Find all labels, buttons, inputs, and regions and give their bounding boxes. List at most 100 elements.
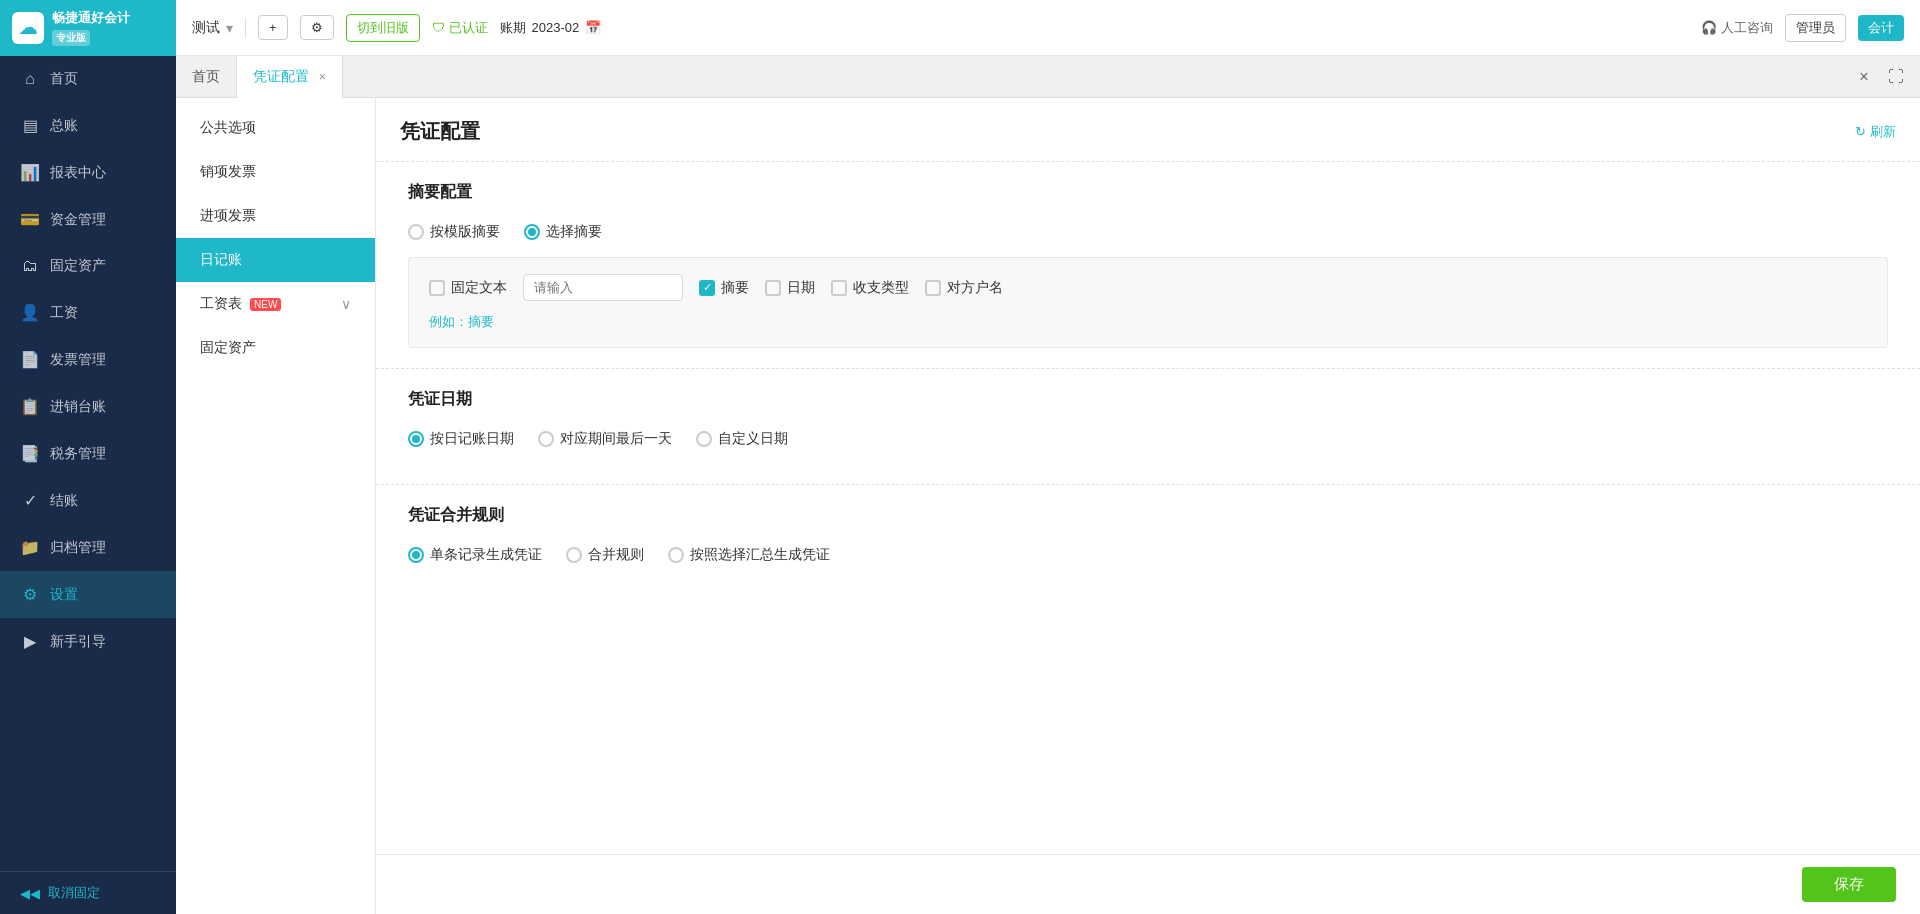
radio-period-last[interactable]: 对应期间最后一天 — [538, 430, 672, 448]
sidebar-item-tax[interactable]: 📑 税务管理 — [0, 430, 176, 477]
sidebar: ☁ 畅捷通好会计 专业版 ⌂ 首页 ▤ 总账 📊 报表中心 💳 资金管理 🗂 固… — [0, 0, 176, 914]
support-label: 人工咨询 — [1721, 19, 1773, 37]
tab-voucher-config[interactable]: 凭证配置 × — [237, 56, 343, 98]
role-btn[interactable]: 会计 — [1858, 15, 1904, 41]
nav-item-public[interactable]: 公共选项 — [176, 106, 375, 150]
sidebar-item-assets-label: 固定资产 — [50, 257, 106, 275]
form-title: 凭证配置 — [400, 118, 480, 145]
date-section: 凭证日期 按日记账日期 对应期间最后一天 自定义日期 — [376, 368, 1920, 484]
radio-template-circle — [408, 224, 424, 240]
sidebar-item-payroll[interactable]: 👤 工资 — [0, 289, 176, 336]
example-text-content: 例如：摘要 — [429, 314, 494, 329]
checkbox-summary[interactable]: 摘要 — [699, 279, 749, 297]
left-nav: 公共选项 销项发票 进项发票 日记账 工资表 NEW ∨ 固定资产 — [176, 98, 376, 914]
radio-custom-date-circle — [696, 431, 712, 447]
date-radio-group: 按日记账日期 对应期间最后一天 自定义日期 — [408, 430, 1888, 448]
guide-icon: ▶ — [20, 632, 40, 651]
refresh-btn[interactable]: ↻ 刷新 — [1855, 123, 1896, 141]
checkbox-date[interactable]: 日期 — [765, 279, 815, 297]
topbar-right: 🎧 人工咨询 管理员 会计 — [1701, 14, 1904, 42]
radio-select-summary[interactable]: 选择摘要 — [524, 223, 602, 241]
radio-custom-date[interactable]: 自定义日期 — [696, 430, 788, 448]
assets-icon: 🗂 — [20, 257, 40, 275]
merge-radio-group: 单条记录生成凭证 合并规则 按照选择汇总生成凭证 — [408, 546, 1888, 564]
radio-single-record[interactable]: 单条记录生成凭证 — [408, 546, 542, 564]
ledger-icon: ▤ — [20, 116, 40, 135]
sidebar-item-guide[interactable]: ▶ 新手引导 — [0, 618, 176, 665]
content-area: 公共选项 销项发票 进项发票 日记账 工资表 NEW ∨ 固定资产 — [176, 98, 1920, 914]
radio-period-last-circle — [538, 431, 554, 447]
sidebar-item-assets[interactable]: 🗂 固定资产 — [0, 243, 176, 289]
arrow-left-icon: ◀◀ — [20, 886, 40, 901]
radio-template-summary[interactable]: 按模版摘要 — [408, 223, 500, 241]
radio-journal-date[interactable]: 按日记账日期 — [408, 430, 514, 448]
sidebar-item-ledger[interactable]: ▤ 总账 — [0, 102, 176, 149]
merge-section: 凭证合并规则 单条记录生成凭证 合并规则 按照选择汇总生成凭证 — [376, 484, 1920, 600]
refresh-icon: ↻ — [1855, 124, 1866, 139]
radio-period-last-label: 对应期间最后一天 — [560, 430, 672, 448]
summary-section-title: 摘要配置 — [408, 182, 1888, 203]
project-name-text: 测试 — [192, 19, 220, 37]
payroll-icon: 👤 — [20, 303, 40, 322]
checkbox-income-type-box — [831, 280, 847, 296]
form-area: 凭证配置 ↻ 刷新 摘要配置 按模版摘要 — [376, 98, 1920, 854]
nav-item-payroll-table[interactable]: 工资表 NEW ∨ — [176, 282, 375, 326]
sidebar-item-invoice[interactable]: 📄 发票管理 — [0, 336, 176, 383]
calendar-icon[interactable]: 📅 — [585, 20, 601, 35]
support-btn[interactable]: 🎧 人工咨询 — [1701, 19, 1773, 37]
reports-icon: 📊 — [20, 163, 40, 182]
radio-select-summary-circle — [668, 547, 684, 563]
add-btn[interactable]: + — [258, 15, 288, 40]
nav-item-public-label: 公共选项 — [200, 119, 256, 137]
nav-item-journal[interactable]: 日记账 — [176, 238, 375, 282]
checkbox-fixed-text[interactable]: 固定文本 — [429, 279, 507, 297]
close-window-btn[interactable]: × — [1848, 61, 1880, 93]
save-button[interactable]: 保存 — [1802, 867, 1896, 902]
radio-merge-rules[interactable]: 合并规则 — [566, 546, 644, 564]
nav-item-purchase-invoice[interactable]: 进项发票 — [176, 194, 375, 238]
sidebar-item-funds[interactable]: 💳 资金管理 — [0, 196, 176, 243]
cancel-fixed-btn[interactable]: ◀◀ 取消固定 — [0, 871, 176, 914]
checkbox-counterparty[interactable]: 对方户名 — [925, 279, 1003, 297]
tab-home[interactable]: 首页 — [176, 56, 237, 98]
radio-single-label: 单条记录生成凭证 — [430, 546, 542, 564]
app-badge: 专业版 — [52, 30, 90, 46]
settings-btn[interactable]: ⚙ — [300, 15, 334, 40]
example-text: 例如：摘要 — [429, 313, 1867, 331]
user-btn[interactable]: 管理员 — [1785, 14, 1846, 42]
summary-label: 摘要 — [721, 279, 749, 297]
sidebar-item-invoice-label: 发票管理 — [50, 351, 106, 369]
switch-old-btn[interactable]: 切到旧版 — [346, 14, 420, 42]
sidebar-item-reports[interactable]: 📊 报表中心 — [0, 149, 176, 196]
checkbox-income-type[interactable]: 收支类型 — [831, 279, 909, 297]
verified-badge: 🛡 已认证 — [432, 19, 488, 37]
summary-config-box: 固定文本 摘要 日期 — [408, 257, 1888, 348]
tab-close-icon[interactable]: × — [319, 70, 326, 84]
sidebar-item-checkout[interactable]: ✓ 结账 — [0, 477, 176, 524]
radio-merge-rules-circle — [566, 547, 582, 563]
sidebar-item-settings[interactable]: ⚙ 设置 — [0, 571, 176, 618]
income-type-label: 收支类型 — [853, 279, 909, 297]
headset-icon: 🎧 — [1701, 20, 1717, 35]
new-badge: NEW — [250, 298, 281, 311]
sidebar-item-inventory[interactable]: 📋 进销台账 — [0, 383, 176, 430]
topbar-divider-1 — [245, 18, 246, 38]
nav-item-fixed-assets-label: 固定资产 — [200, 339, 256, 357]
chevron-down-icon[interactable]: ▾ — [226, 20, 233, 36]
project-name: 测试 ▾ — [192, 19, 233, 37]
sidebar-item-inventory-label: 进销台账 — [50, 398, 106, 416]
radio-select-circle — [524, 224, 540, 240]
radio-select-summary-merge[interactable]: 按照选择汇总生成凭证 — [668, 546, 830, 564]
sidebar-item-settings-label: 设置 — [50, 586, 78, 604]
checkbox-counterparty-box — [925, 280, 941, 296]
radio-select-summary-label: 按照选择汇总生成凭证 — [690, 546, 830, 564]
sidebar-item-home[interactable]: ⌂ 首页 — [0, 56, 176, 102]
nav-item-sales-invoice[interactable]: 销项发票 — [176, 150, 375, 194]
fixed-text-input[interactable] — [523, 274, 683, 301]
sidebar-item-archive[interactable]: 📁 归档管理 — [0, 524, 176, 571]
nav-item-fixed-assets[interactable]: 固定资产 — [176, 326, 375, 370]
sidebar-item-home-label: 首页 — [50, 70, 78, 88]
date-section-title: 凭证日期 — [408, 389, 1888, 410]
topbar: 测试 ▾ + ⚙ 切到旧版 🛡 已认证 账期 2023-02 📅 🎧 人工咨询 … — [176, 0, 1920, 56]
expand-window-btn[interactable]: ⛶ — [1880, 61, 1912, 93]
